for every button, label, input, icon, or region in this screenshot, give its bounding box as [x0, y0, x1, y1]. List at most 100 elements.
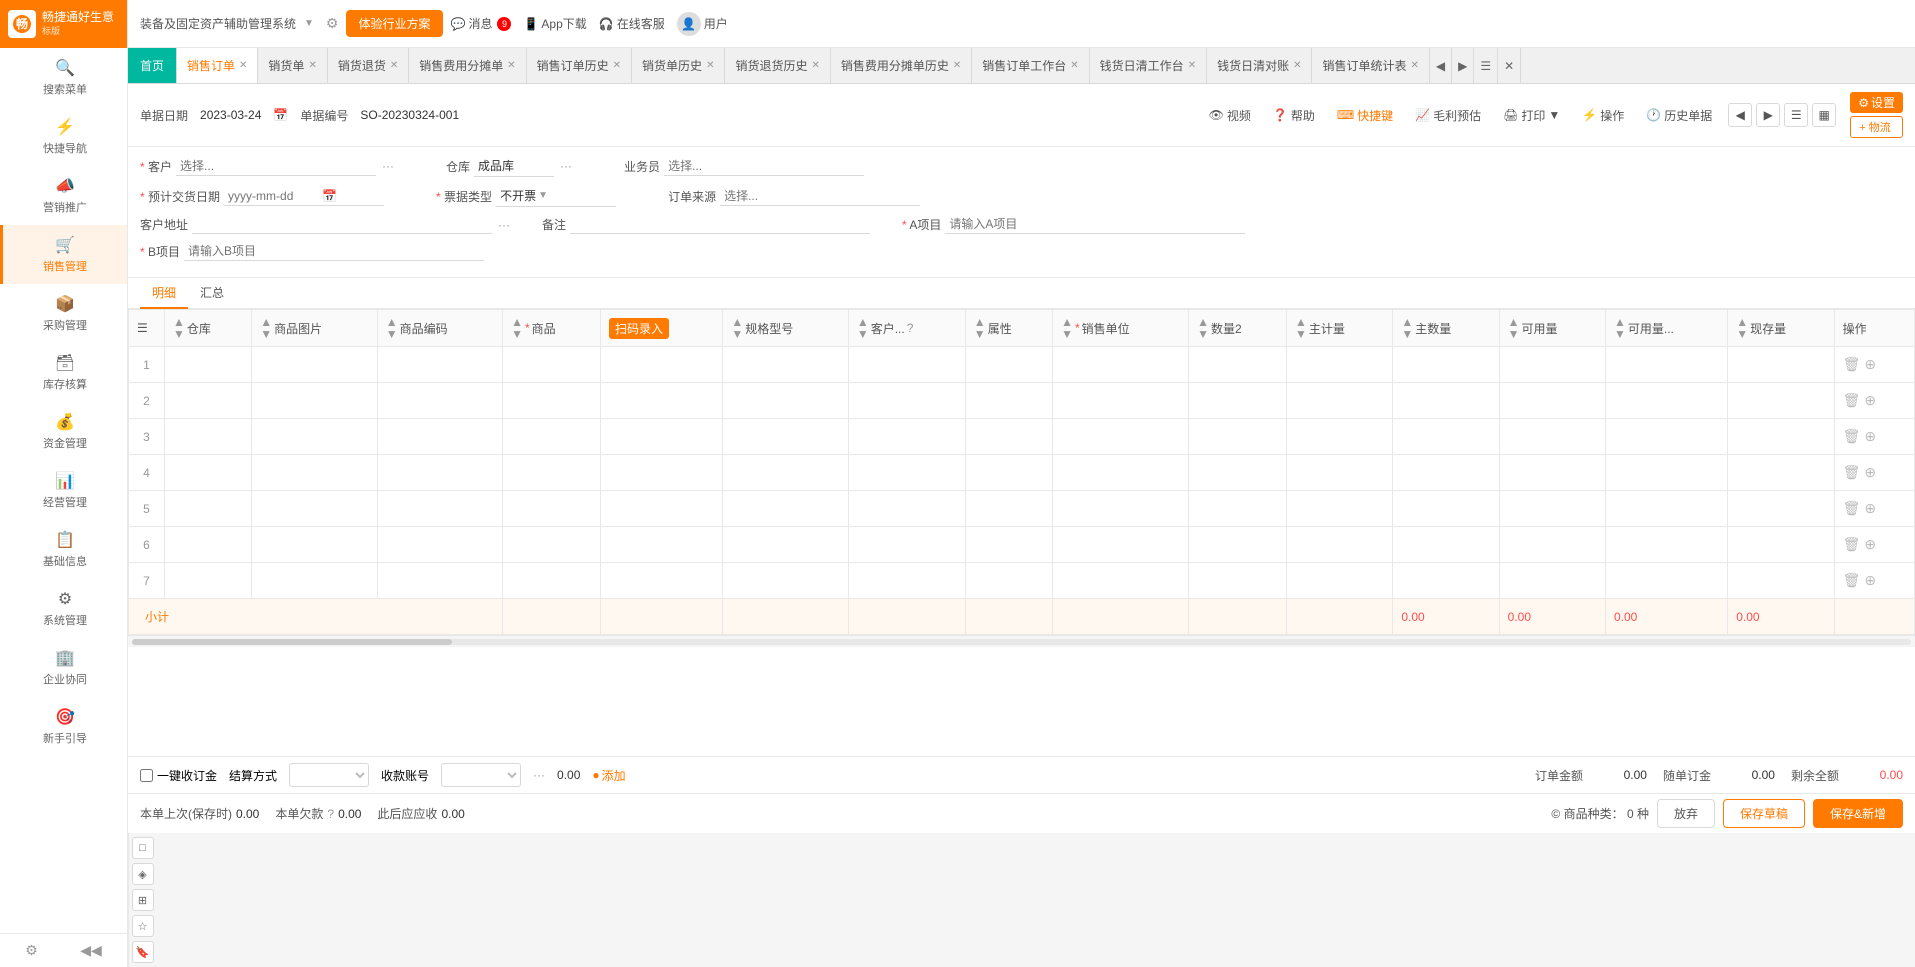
row-3-munit[interactable]	[1286, 419, 1392, 455]
copy-icon-2[interactable]: ⊕	[1864, 392, 1876, 409]
delete-icon-4[interactable]: 🗑	[1843, 464, 1861, 481]
row-1-code[interactable]	[377, 347, 502, 383]
tab-expense-history[interactable]: 销售费用分摊单历史 ✕	[831, 48, 972, 84]
row-1-warehouse[interactable]	[165, 347, 252, 383]
row-2-attr[interactable]	[965, 383, 1052, 419]
row-5-product[interactable]	[503, 491, 601, 527]
tab-sales-expense[interactable]: 销售费用分摊单 ✕	[409, 48, 526, 84]
horizontal-scrollbar[interactable]	[128, 635, 1915, 647]
row-3-warehouse[interactable]	[165, 419, 252, 455]
row-2-spec[interactable]	[723, 383, 848, 419]
row-4-image[interactable]	[252, 455, 377, 491]
row-7-warehouse[interactable]	[165, 563, 252, 599]
row-4-unit[interactable]	[1053, 455, 1189, 491]
scroll-thumb[interactable]	[132, 639, 452, 645]
spec-sort-icon[interactable]: ▲▼	[731, 316, 743, 340]
row-4-curr[interactable]	[1728, 455, 1834, 491]
help-icon-customer[interactable]: ?	[907, 321, 914, 335]
sidebar-item-operations[interactable]: 📊 经营管理	[0, 461, 127, 520]
row-4-avail[interactable]	[1499, 455, 1605, 491]
sidebar-item-system[interactable]: ⚙ 系统管理	[0, 579, 127, 638]
row-1-avail2[interactable]	[1606, 347, 1728, 383]
b-project-input[interactable]	[184, 242, 484, 261]
tab-sales-return[interactable]: 销货退货 ✕	[328, 48, 409, 84]
add-receipt-button[interactable]: ● 添加	[592, 767, 625, 784]
message-button[interactable]: 💬 消息 9	[451, 15, 512, 32]
row-3-curr[interactable]	[1728, 419, 1834, 455]
right-panel-btn-5[interactable]: 🔖	[132, 941, 154, 963]
row-3-image[interactable]	[252, 419, 377, 455]
row-5-munit[interactable]	[1286, 491, 1392, 527]
tab-summary[interactable]: 汇总	[188, 278, 236, 309]
row-5-code[interactable]	[377, 491, 502, 527]
row-7-image[interactable]	[252, 563, 377, 599]
next-record-icon[interactable]: ▶	[1756, 103, 1780, 127]
th-gear[interactable]: ☰	[129, 310, 165, 347]
row-4-product[interactable]	[503, 455, 601, 491]
warehouse-value[interactable]: 成品库	[474, 155, 554, 177]
warehouse-sort-icon[interactable]: ▲▼	[173, 316, 185, 340]
receipt-expand-icon[interactable]: ···	[533, 768, 545, 782]
row-2-munit[interactable]	[1286, 383, 1392, 419]
row-4-ccode[interactable]	[848, 455, 965, 491]
row-2-product[interactable]	[503, 383, 601, 419]
one-click-deposit-checkbox[interactable]: 一键收订金	[140, 767, 217, 784]
tab-sales-goods[interactable]: 销货单 ✕	[258, 48, 327, 84]
row-1-ccode[interactable]	[848, 347, 965, 383]
row-2-avail[interactable]	[1499, 383, 1605, 419]
system-dropdown-icon[interactable]: ▼	[304, 18, 314, 29]
row-4-spec[interactable]	[723, 455, 848, 491]
gear-icon[interactable]: ☰	[137, 321, 148, 335]
row-4-munit[interactable]	[1286, 455, 1392, 491]
remark-input[interactable]	[570, 215, 870, 234]
row-6-spec[interactable]	[723, 527, 848, 563]
tab-close-icon[interactable]: ✕	[239, 60, 247, 71]
sidebar-item-basic-info[interactable]: 📋 基础信息	[0, 520, 127, 579]
row-5-warehouse[interactable]	[165, 491, 252, 527]
qty2-sort-icon[interactable]: ▲▼	[1197, 316, 1209, 340]
help-icon-debt[interactable]: ?	[327, 807, 334, 821]
date-calendar-icon[interactable]: 📅	[322, 189, 337, 203]
tab-next-button[interactable]: ▶	[1452, 48, 1474, 84]
tab-close-icon-8[interactable]: ✕	[953, 60, 961, 71]
row-4-qty2[interactable]	[1189, 455, 1287, 491]
delivery-date-picker[interactable]: 📅	[224, 187, 384, 206]
row-5-image[interactable]	[252, 491, 377, 527]
row-6-attr[interactable]	[965, 527, 1052, 563]
row-1-avail[interactable]	[1499, 347, 1605, 383]
tab-close-icon-7[interactable]: ✕	[811, 60, 819, 71]
product-sort-icon[interactable]: ▲▼	[511, 316, 523, 340]
row-7-attr[interactable]	[965, 563, 1052, 599]
delete-icon-7[interactable]: 🗑	[1843, 572, 1861, 589]
row-2-qty2[interactable]	[1189, 383, 1287, 419]
sidebar-item-finance[interactable]: 💰 资金管理	[0, 402, 127, 461]
avail-sort-icon[interactable]: ▲▼	[1508, 316, 1520, 340]
row-5-mqty[interactable]	[1393, 491, 1499, 527]
row-5-ccode[interactable]	[848, 491, 965, 527]
row-2-avail2[interactable]	[1606, 383, 1728, 419]
row-1-curr[interactable]	[1728, 347, 1834, 383]
history-button[interactable]: 🕐 历史单据	[1640, 105, 1718, 126]
image-sort-icon[interactable]: ▲▼	[260, 316, 272, 340]
row-7-unit[interactable]	[1053, 563, 1189, 599]
row-2-ccode[interactable]	[848, 383, 965, 419]
row-2-unit[interactable]	[1053, 383, 1189, 419]
sidebar-item-search[interactable]: 🔍 搜索菜单	[0, 48, 127, 107]
tab-order-stats[interactable]: 销售订单统计表 ✕	[1312, 48, 1429, 84]
right-panel-btn-1[interactable]: □	[132, 837, 154, 859]
row-1-scan[interactable]	[600, 347, 722, 383]
row-7-code[interactable]	[377, 563, 502, 599]
row-3-mqty[interactable]	[1393, 419, 1499, 455]
sidebar-item-inventory[interactable]: 🗃 库存核算	[0, 343, 127, 402]
row-3-attr[interactable]	[965, 419, 1052, 455]
tab-close-icon-5[interactable]: ✕	[613, 60, 621, 71]
invoice-dropdown-icon[interactable]: ▼	[538, 190, 548, 201]
delete-icon-5[interactable]: 🗑	[1843, 500, 1861, 517]
row-2-image[interactable]	[252, 383, 377, 419]
receipt-account-select[interactable]	[441, 763, 521, 787]
row-2-scan[interactable]	[600, 383, 722, 419]
row-3-avail2[interactable]	[1606, 419, 1728, 455]
tab-home[interactable]: 首页	[128, 48, 177, 84]
row-5-scan[interactable]	[600, 491, 722, 527]
delete-icon-2[interactable]: 🗑	[1843, 392, 1861, 409]
